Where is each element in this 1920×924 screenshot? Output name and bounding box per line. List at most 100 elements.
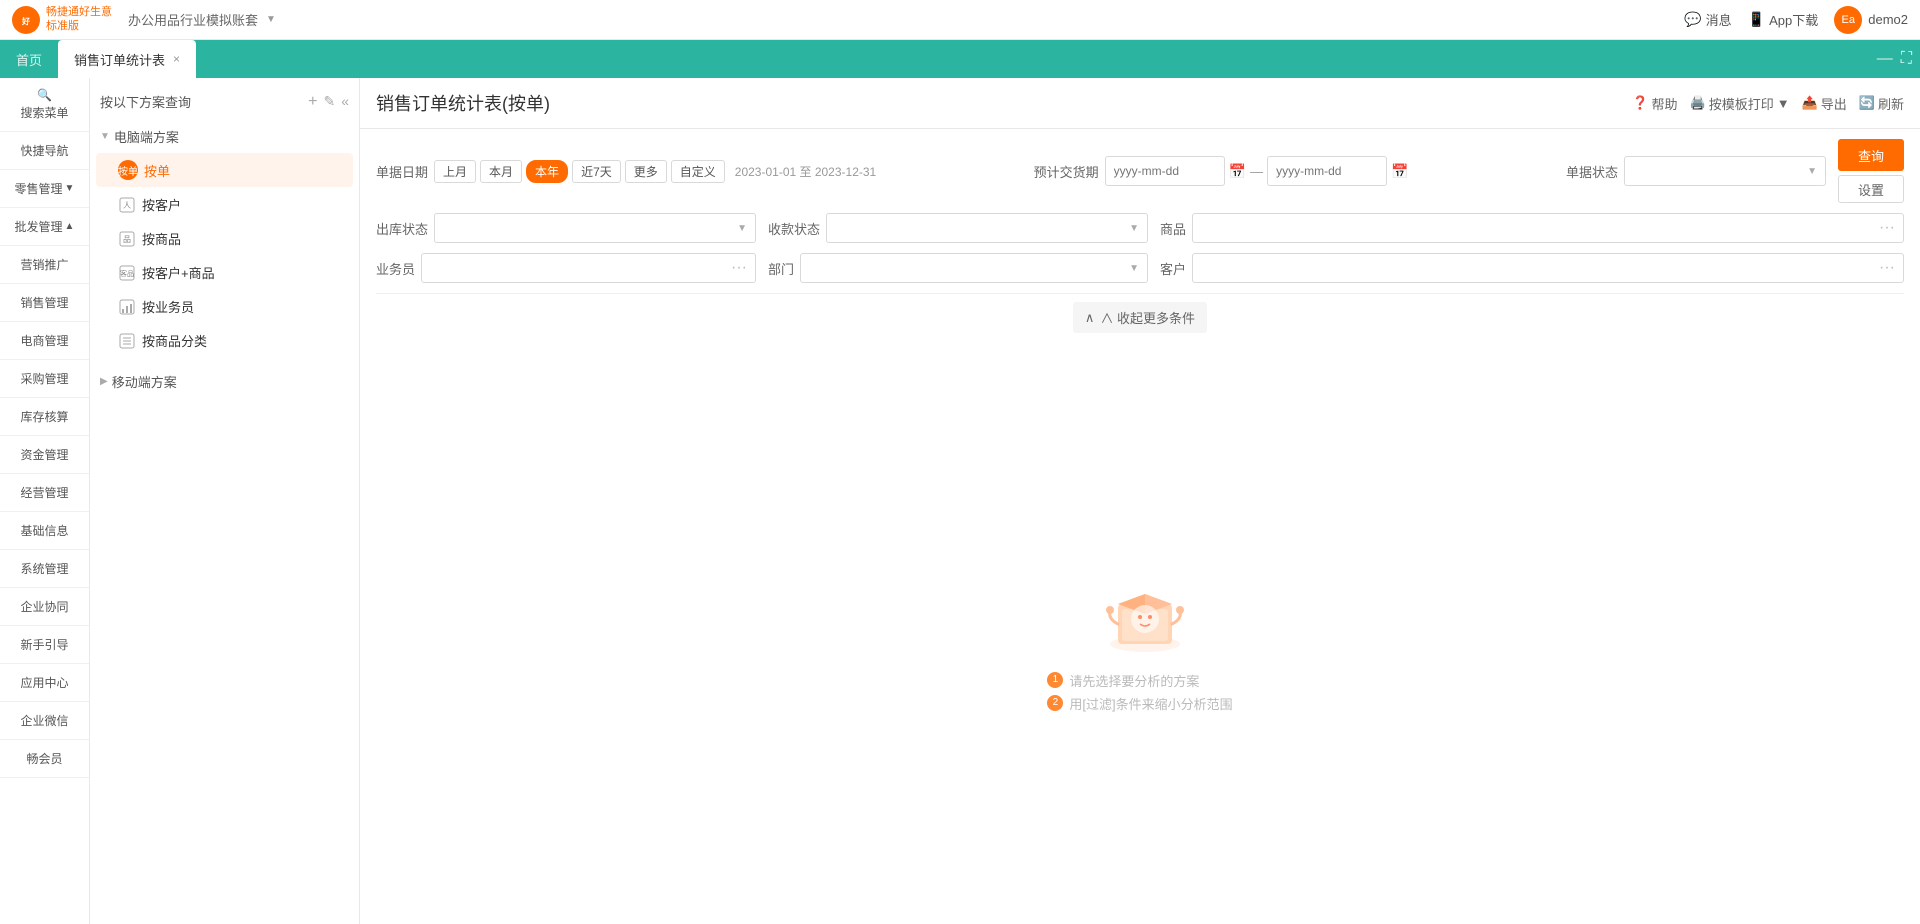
page-actions: ❓ 帮助 🖨️ 按模板打印 ▼ 📤 导出 � <box>1632 94 1904 113</box>
sidebar-item-marketing[interactable]: 营销推广 <box>0 246 89 284</box>
schema-item-by-customer-goods[interactable]: 客品 按客户+商品 <box>96 256 353 289</box>
forecast-date-cal-icon2[interactable]: 📅 <box>1391 163 1408 180</box>
pc-schema-header[interactable]: ▼ 电脑端方案 <box>90 121 359 152</box>
sidebar-item-wholesale[interactable]: 批发管理 ▲ <box>0 208 89 246</box>
date-range-text: 2023-01-01 至 2023-12-31 <box>735 163 876 180</box>
schema-item-by-salesperson[interactable]: 按业务员 <box>96 290 353 323</box>
help-btn[interactable]: ❓ 帮助 <box>1632 94 1677 113</box>
industry-dropdown-icon[interactable]: ▼ <box>266 14 276 25</box>
forecast-date-filter: 预计交货期 📅 — 📅 <box>1034 156 1409 186</box>
industry-label: 办公用品行业模拟账套 <box>128 10 258 29</box>
content-body: 1 请先选择要分析的方案 2 用[过滤]条件来缩小分析范围 <box>360 351 1920 924</box>
forecast-date-end[interactable] <box>1267 156 1387 186</box>
sidebar-item-ecommerce[interactable]: 电商管理 <box>0 322 89 360</box>
left-panel-title: 按以下方案查询 <box>100 92 191 111</box>
user-profile[interactable]: Ea demo2 <box>1834 6 1908 34</box>
tab-sales-stats[interactable]: 销售订单统计表 × <box>58 40 196 78</box>
sidebar-basic-info-label: 基础信息 <box>20 522 68 539</box>
out-status-select[interactable]: ▼ <box>434 213 756 243</box>
collapse-row: ∧ ∧ 收起更多条件 <box>376 293 1904 341</box>
app-download-btn[interactable]: 📱 App下载 <box>1748 10 1819 29</box>
tab-minimize-icon[interactable]: — <box>1877 50 1893 68</box>
forecast-date-label: 预计交货期 <box>1034 162 1099 181</box>
refresh-icon: 🔄 <box>1859 95 1875 111</box>
sidebar-item-operations[interactable]: 经营管理 <box>0 474 89 512</box>
sidebar-item-retail[interactable]: 零售管理 ▼ <box>0 170 89 208</box>
empty-list: 1 请先选择要分析的方案 2 用[过滤]条件来缩小分析范围 <box>1047 671 1232 717</box>
left-panel-edit-btn[interactable]: ✎ <box>323 93 335 111</box>
sidebar-item-finance[interactable]: 资金管理 <box>0 436 89 474</box>
pc-schema-section: ▼ 电脑端方案 按单 按单 人 按客户 品 按商品 <box>90 117 359 362</box>
date-btn-7days[interactable]: 近7天 <box>572 160 621 183</box>
salesperson-filter: 业务员 ··· <box>376 253 756 283</box>
collapse-btn[interactable]: ∧ ∧ 收起更多条件 <box>1073 302 1207 333</box>
query-btn-group: 查询 设置 <box>1838 139 1904 203</box>
top-bar-left: 好 畅捷通好生意 标准版 办公用品行业模拟账套 ▼ <box>12 6 276 34</box>
sidebar-item-inventory[interactable]: 库存核算 <box>0 398 89 436</box>
sidebar-item-app-center[interactable]: 应用中心 <box>0 664 89 702</box>
sidebar-item-wecom[interactable]: 企业微信 <box>0 702 89 740</box>
logo-text: 畅捷通好生意 标准版 <box>46 6 112 32</box>
sidebar-quick-nav[interactable]: 快捷导航 <box>0 132 89 170</box>
left-panel-collapse-btn[interactable]: « <box>341 93 349 111</box>
by-goods-icon: 品 <box>118 230 136 248</box>
query-button[interactable]: 查询 <box>1838 139 1904 171</box>
sidebar-wecom-label: 企业微信 <box>20 712 68 729</box>
salesperson-more-btn[interactable]: ··· <box>731 259 747 277</box>
date-buttons: 上月 本月 本年 近7天 更多 自定义 <box>434 160 725 183</box>
sidebar-item-system[interactable]: 系统管理 <box>0 550 89 588</box>
sidebar-item-basic-info[interactable]: 基础信息 <box>0 512 89 550</box>
by-customer-icon: 人 <box>118 196 136 214</box>
export-btn[interactable]: 📤 导出 <box>1802 94 1847 113</box>
mobile-schema-header[interactable]: ▶ 移动端方案 <box>90 366 359 397</box>
schema-item-by-customer[interactable]: 人 按客户 <box>96 188 353 221</box>
sidebar-search[interactable]: 🔍 搜索菜单 <box>0 78 89 132</box>
by-salesperson-icon <box>118 298 136 316</box>
schema-item-by-order[interactable]: 按单 按单 <box>96 153 353 187</box>
goods-select[interactable]: ··· <box>1192 213 1904 243</box>
dept-select[interactable]: ▼ <box>800 253 1148 283</box>
schema-item-by-goods[interactable]: 品 按商品 <box>96 222 353 255</box>
date-btn-this-year[interactable]: 本年 <box>526 160 568 183</box>
page-header: 销售订单统计表(按单) ❓ 帮助 🖨️ 按模板打印 ▼ 📤 <box>360 78 1920 129</box>
sidebar-wholesale-label: 批发管理 <box>15 218 63 235</box>
sidebar-item-enterprise[interactable]: 企业协同 <box>0 588 89 626</box>
empty-illustration <box>1090 559 1190 659</box>
customer-more-btn[interactable]: ··· <box>1879 259 1895 277</box>
collapse-icon: ∧ <box>1085 310 1095 326</box>
sidebar-operations-label: 经营管理 <box>20 484 68 501</box>
date-btn-this-month[interactable]: 本月 <box>480 160 522 183</box>
salesperson-select[interactable]: ··· <box>421 253 756 283</box>
schema-item-by-category[interactable]: 按商品分类 <box>96 324 353 357</box>
status-select[interactable]: ▼ <box>1624 156 1826 186</box>
forecast-date-start[interactable] <box>1105 156 1225 186</box>
forecast-date-cal-icon[interactable]: 📅 <box>1229 163 1246 180</box>
mobile-schema-arrow: ▶ <box>100 376 108 387</box>
tab-maximize-icon[interactable]: ⛶ <box>1901 50 1912 68</box>
settings-button[interactable]: 设置 <box>1838 175 1904 203</box>
tab-close-btn[interactable]: × <box>173 52 180 66</box>
tab-bar: 首页 销售订单统计表 × — ⛶ <box>0 40 1920 78</box>
print-btn[interactable]: 🖨️ 按模板打印 ▼ <box>1690 94 1790 113</box>
customer-select[interactable]: ··· <box>1192 253 1904 283</box>
sidebar-item-member[interactable]: 畅会员 <box>0 740 89 778</box>
tab-home[interactable]: 首页 <box>0 40 58 78</box>
left-panel-add-btn[interactable]: + <box>308 93 317 111</box>
date-btn-last-month[interactable]: 上月 <box>434 160 476 183</box>
sidebar-item-sales[interactable]: 销售管理 <box>0 284 89 322</box>
sidebar-item-newbie[interactable]: 新手引导 <box>0 626 89 664</box>
svg-text:好: 好 <box>21 16 30 26</box>
out-status-filter: 出库状态 ▼ <box>376 213 756 243</box>
date-btn-more[interactable]: 更多 <box>625 160 667 183</box>
sidebar-system-label: 系统管理 <box>20 560 68 577</box>
sidebar-sales-label: 销售管理 <box>20 294 68 311</box>
sidebar-newbie-label: 新手引导 <box>20 636 68 653</box>
date-btn-custom[interactable]: 自定义 <box>671 160 725 183</box>
dept-chevron: ▼ <box>1129 263 1139 274</box>
collection-status-select[interactable]: ▼ <box>826 213 1148 243</box>
sidebar-item-purchase[interactable]: 采购管理 <box>0 360 89 398</box>
page-title-row: 销售订单统计表(按单) ❓ 帮助 🖨️ 按模板打印 ▼ 📤 <box>376 90 1904 116</box>
refresh-btn[interactable]: 🔄 刷新 <box>1859 94 1904 113</box>
messages-btn[interactable]: 💬 消息 <box>1684 10 1731 29</box>
goods-more-btn[interactable]: ··· <box>1879 219 1895 237</box>
